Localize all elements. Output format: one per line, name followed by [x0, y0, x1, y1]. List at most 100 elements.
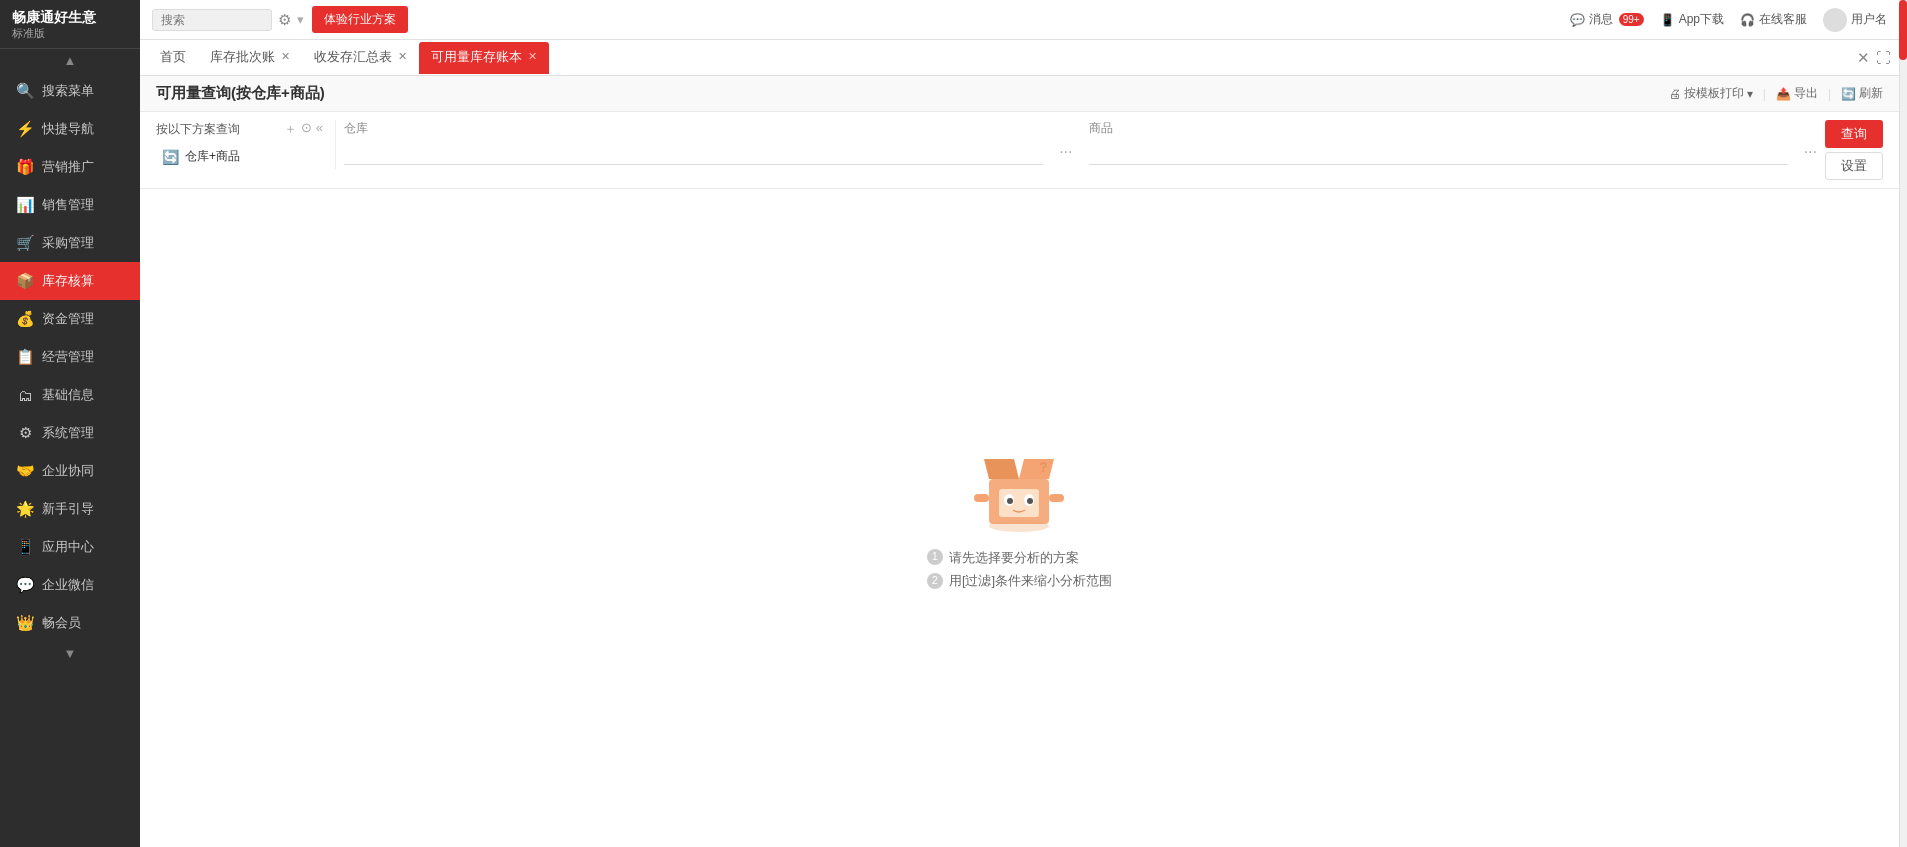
tab-receive-summary-close[interactable]: ✕ [398, 50, 407, 63]
message-label: 消息 [1589, 11, 1613, 28]
filter-scheme: 按以下方案查询 ＋ ⊙ « 🔄 仓库+商品 [156, 120, 336, 169]
industry-btn[interactable]: 体验行业方案 [312, 6, 408, 33]
empty-state: ? 1 请先选择要分析的方案 2 用[过滤]条件来缩小分析范围 [927, 444, 1112, 593]
export-action[interactable]: 📤 导出 [1776, 85, 1818, 102]
sidebar-item-system[interactable]: ⚙ 系统管理 [0, 414, 140, 452]
sidebar-item-shortcut[interactable]: ⚡ 快捷导航 [0, 110, 140, 148]
sidebar-item-label: 畅会员 [42, 614, 81, 632]
collapse-scheme-icon[interactable]: « [316, 120, 323, 138]
warehouse-field-input[interactable] [344, 141, 1043, 165]
svg-marker-3 [1019, 459, 1054, 479]
sidebar-item-finance[interactable]: 💰 资金管理 [0, 300, 140, 338]
purchase-icon: 🛒 [16, 234, 34, 252]
query-button[interactable]: 查询 [1825, 120, 1883, 148]
tip-text-1: 请先选择要分析的方案 [949, 546, 1079, 569]
app-download-label: App下载 [1679, 11, 1724, 28]
sidebar-item-sales[interactable]: 📊 销售管理 [0, 186, 140, 224]
filter-scheme-header: 按以下方案查询 ＋ ⊙ « [156, 120, 323, 138]
scroll-up-btn[interactable]: ▲ [0, 49, 140, 72]
empty-illustration: ? [969, 444, 1069, 534]
message-btn[interactable]: 💬 消息 99+ [1570, 11, 1644, 28]
content-area: ? 1 请先选择要分析的方案 2 用[过滤]条件来缩小分析范围 [140, 189, 1899, 847]
svg-rect-9 [974, 494, 989, 502]
sidebar-item-basic[interactable]: 🗂 基础信息 [0, 376, 140, 414]
sales-icon: 📊 [16, 196, 34, 214]
enterprise-icon: 🤝 [16, 462, 34, 480]
empty-tip-2: 2 用[过滤]条件来缩小分析范围 [927, 569, 1112, 592]
sidebar-item-enterprise[interactable]: 🤝 企业协同 [0, 452, 140, 490]
service-icon: 🎧 [1740, 13, 1755, 27]
sidebar-item-label: 库存核算 [42, 272, 94, 290]
tab-close-all-icon[interactable]: ✕ [1857, 49, 1870, 67]
right-scrollbar[interactable] [1899, 0, 1907, 847]
tab-home[interactable]: 首页 [148, 42, 198, 74]
warehouse-field-label: 仓库 [344, 120, 1043, 137]
tabbar: 首页 库存批次账 ✕ 收发存汇总表 ✕ 可用量库存账本 ✕ ✕ ⛶ [140, 40, 1899, 76]
tab-batch-ledger[interactable]: 库存批次账 ✕ [198, 42, 302, 74]
tab-available-ledger[interactable]: 可用量库存账本 ✕ [419, 42, 549, 74]
tab-available-ledger-close[interactable]: ✕ [528, 50, 537, 63]
marketing-icon: 🎁 [16, 158, 34, 176]
page-header: 可用量查询(按仓库+商品) 🖨 按模板打印 ▾ | 📤 导出 | 🔄 刷新 [140, 76, 1899, 112]
sidebar-item-newbie[interactable]: 🌟 新手引导 [0, 490, 140, 528]
add-scheme-icon[interactable]: ＋ [284, 120, 297, 138]
logo-title: 畅康通好生意 [12, 8, 128, 26]
tab-batch-ledger-close[interactable]: ✕ [281, 50, 290, 63]
filter-field-goods: 商品 [1089, 120, 1788, 165]
main-content: ⚙ ▾ 体验行业方案 💬 消息 99+ 📱 App下载 🎧 在线客服 用户名 [140, 0, 1899, 847]
appcenter-icon: 📱 [16, 538, 34, 556]
settings-scheme-icon[interactable]: ⊙ [301, 120, 312, 138]
member-icon: 👑 [16, 614, 34, 632]
topbar-right: 💬 消息 99+ 📱 App下载 🎧 在线客服 用户名 [1570, 8, 1887, 32]
customer-service-btn[interactable]: 🎧 在线客服 [1740, 11, 1807, 28]
sidebar-item-label: 营销推广 [42, 158, 94, 176]
topbar: ⚙ ▾ 体验行业方案 💬 消息 99+ 📱 App下载 🎧 在线客服 用户名 [140, 0, 1899, 40]
scheme-warehouse-goods[interactable]: 🔄 仓库+商品 [156, 144, 323, 169]
scrollbar-thumb[interactable] [1899, 0, 1907, 60]
dropdown-icon[interactable]: ▾ [297, 12, 304, 27]
tip-number-1: 1 [927, 549, 943, 565]
customer-service-label: 在线客服 [1759, 11, 1807, 28]
sidebar-item-marketing[interactable]: 🎁 营销推广 [0, 148, 140, 186]
sidebar-item-search[interactable]: 🔍 搜索菜单 [0, 72, 140, 110]
sidebar-item-member[interactable]: 👑 畅会员 [0, 604, 140, 642]
tabbar-right: ✕ ⛶ [1857, 49, 1891, 67]
sidebar-item-label: 新手引导 [42, 500, 94, 518]
warehouse-more-btn[interactable]: ··· [1059, 143, 1072, 161]
app-download-btn[interactable]: 📱 App下载 [1660, 11, 1724, 28]
sidebar-item-label: 采购管理 [42, 234, 94, 252]
svg-rect-10 [1049, 494, 1064, 502]
sidebar-item-operation[interactable]: 📋 经营管理 [0, 338, 140, 376]
newbie-icon: 🌟 [16, 500, 34, 518]
tab-receive-summary-label: 收发存汇总表 [314, 48, 392, 66]
message-badge: 99+ [1619, 13, 1644, 26]
settings-button[interactable]: 设置 [1825, 152, 1883, 180]
operation-icon: 📋 [16, 348, 34, 366]
print-dropdown-icon[interactable]: ▾ [1747, 87, 1753, 101]
topbar-search-input[interactable] [152, 9, 272, 31]
goods-field-label: 商品 [1089, 120, 1788, 137]
sidebar-nav: ▲ 🔍 搜索菜单 ⚡ 快捷导航 🎁 营销推广 📊 销售管理 🛒 采购管理 📦 库… [0, 49, 140, 847]
goods-more-btn[interactable]: ··· [1804, 143, 1817, 161]
user-area[interactable]: 用户名 [1823, 8, 1887, 32]
filter-scheme-icons: ＋ ⊙ « [284, 120, 323, 138]
sidebar-item-appcenter[interactable]: 📱 应用中心 [0, 528, 140, 566]
sidebar-item-label: 基础信息 [42, 386, 94, 404]
wechat-icon: 💬 [16, 576, 34, 594]
refresh-action[interactable]: 🔄 刷新 [1841, 85, 1883, 102]
tab-receive-summary[interactable]: 收发存汇总表 ✕ [302, 42, 419, 74]
tab-home-label: 首页 [160, 48, 186, 66]
sidebar-item-purchase[interactable]: 🛒 采购管理 [0, 224, 140, 262]
sidebar-item-wechat[interactable]: 💬 企业微信 [0, 566, 140, 604]
goods-field-input[interactable] [1089, 141, 1788, 165]
tab-expand-icon[interactable]: ⛶ [1876, 49, 1891, 67]
sidebar-item-inventory[interactable]: 📦 库存核算 [0, 262, 140, 300]
page-title: 可用量查询(按仓库+商品) [156, 84, 325, 103]
scroll-down-btn[interactable]: ▼ [0, 642, 140, 665]
print-icon: 🖨 [1669, 87, 1681, 101]
filter-fields: 仓库 ··· 商品 ··· [344, 120, 1817, 165]
export-icon: 📤 [1776, 87, 1791, 101]
system-icon: ⚙ [16, 424, 34, 442]
print-action[interactable]: 🖨 按模板打印 ▾ [1669, 85, 1753, 102]
gear-icon[interactable]: ⚙ [278, 11, 291, 29]
